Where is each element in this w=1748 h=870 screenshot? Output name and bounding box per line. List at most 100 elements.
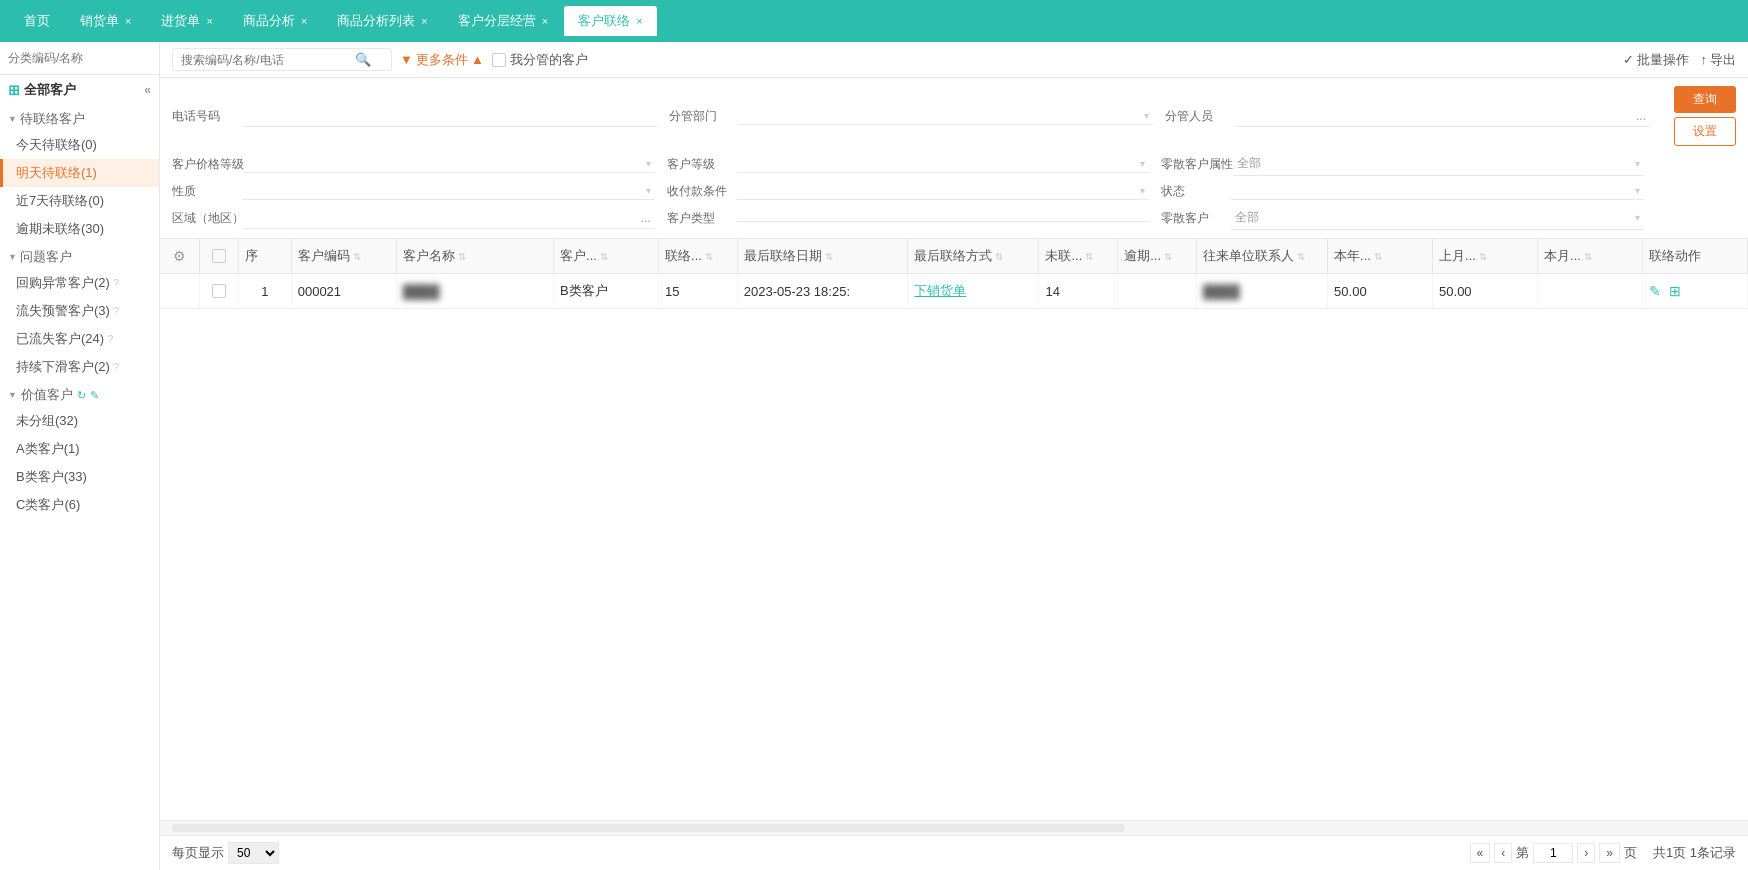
- customer-grade-arrow: ▾: [1140, 158, 1145, 169]
- th-lastway[interactable]: 最后联络方式 ⇅: [908, 239, 1039, 274]
- sidebar-group-pending[interactable]: 待联络客户: [0, 105, 159, 131]
- my-customers-check[interactable]: [492, 53, 506, 67]
- sidebar-group-value[interactable]: 价值客户 ↻ ✎: [0, 381, 159, 407]
- edit-action-icon[interactable]: ✎: [1649, 283, 1661, 299]
- row-code: 000021: [298, 284, 341, 299]
- sidebar-item-churn-warning[interactable]: 流失预警客户(3) ?: [0, 297, 159, 325]
- customer-type-select[interactable]: [737, 215, 1150, 222]
- sidebar-item-declining[interactable]: 持续下滑客户(2) ?: [0, 353, 159, 381]
- row-checkbox[interactable]: [212, 284, 226, 298]
- sidebar-item-class-c[interactable]: C类客户(6): [0, 491, 159, 519]
- help-icon-churn-warning: ?: [113, 305, 119, 317]
- sidebar-item-class-b[interactable]: B类客户(33): [0, 463, 159, 491]
- th-name[interactable]: 客户名称 ⇅: [396, 239, 553, 274]
- row-lastway[interactable]: 下销货单: [914, 283, 966, 298]
- payment-select[interactable]: ▾: [737, 182, 1150, 200]
- customer-grade-field: 客户等级 ▾: [667, 155, 1150, 173]
- th-uncontact[interactable]: 未联... ⇅: [1039, 239, 1118, 274]
- ungroup-label: 未分组(32): [16, 412, 78, 430]
- search-icon[interactable]: 🔍: [355, 52, 371, 67]
- my-customers-checkbox[interactable]: 我分管的客户: [492, 51, 588, 69]
- region-dots[interactable]: ...: [641, 211, 651, 225]
- batch-op-btn[interactable]: ✓ 批量操作: [1623, 51, 1689, 69]
- row-partner-cell: ████: [1196, 274, 1327, 309]
- adv-filter-row4: 区域（地区） ... 客户类型 零散客户 全部 ▾: [172, 206, 1736, 230]
- nav-product-analysis[interactable]: 商品分析 ×: [229, 6, 321, 36]
- page-size-select[interactable]: 50 100 200: [228, 842, 279, 864]
- phone-input[interactable]: [242, 106, 657, 127]
- nav-product-list[interactable]: 商品分析列表 ×: [323, 6, 441, 36]
- more-filter-btn[interactable]: ▼ 更多条件 ▲: [400, 51, 484, 69]
- header-checkbox[interactable]: [212, 249, 226, 263]
- nav-sales[interactable]: 销货单 ×: [66, 6, 145, 36]
- table-footer: 每页显示 50 100 200 « ‹ 第 › » 页 共1页 1条记录: [160, 835, 1748, 870]
- row-name[interactable]: ████: [403, 284, 440, 299]
- last-page-btn[interactable]: »: [1599, 843, 1620, 863]
- nav-sales-close[interactable]: ×: [125, 15, 131, 27]
- th-thismonth[interactable]: 本月... ⇅: [1538, 239, 1643, 274]
- region-select[interactable]: ...: [244, 208, 655, 229]
- prev-page-btn[interactable]: ‹: [1494, 843, 1512, 863]
- sidebar-item-tomorrow-contact[interactable]: 明天待联络(1): [0, 159, 159, 187]
- value-group-edit[interactable]: ✎: [90, 389, 99, 402]
- nav-customer-contact-close[interactable]: ×: [636, 15, 642, 27]
- customer-table: ⚙ 序 客户编码 ⇅: [160, 239, 1748, 309]
- search-input[interactable]: [181, 53, 351, 67]
- scatter-attr-select[interactable]: 全部 ▾: [1233, 152, 1644, 176]
- status-select[interactable]: ▾: [1231, 182, 1644, 200]
- th-contact[interactable]: 联络... ⇅: [659, 239, 738, 274]
- horizontal-scrollbar[interactable]: [160, 820, 1748, 835]
- row-seq-cell: 1: [239, 274, 291, 309]
- sidebar-all-customers[interactable]: ⊞ 全部客户 «: [0, 75, 159, 105]
- data-table-wrapper: ⚙ 序 客户编码 ⇅: [160, 239, 1748, 820]
- row-check-cell[interactable]: [199, 274, 238, 309]
- nav-customer-tier-close[interactable]: ×: [542, 15, 548, 27]
- sidebar-collapse-icon[interactable]: «: [144, 83, 151, 97]
- manager-dots[interactable]: ...: [1636, 109, 1646, 123]
- sidebar-item-abnormal[interactable]: 回购异常客户(2) ?: [0, 269, 159, 297]
- nav-product-analysis-close[interactable]: ×: [301, 15, 307, 27]
- setting-btn[interactable]: 设置: [1674, 117, 1736, 146]
- th-check[interactable]: [199, 239, 238, 274]
- th-thisyear[interactable]: 本年... ⇅: [1328, 239, 1433, 274]
- th-lastmonth[interactable]: 上月... ⇅: [1433, 239, 1538, 274]
- scatter-customer-select[interactable]: 全部 ▾: [1231, 206, 1644, 230]
- th-lastdate[interactable]: 最后联络日期 ⇅: [737, 239, 908, 274]
- th-code[interactable]: 客户编码 ⇅: [291, 239, 396, 274]
- nav-customer-contact[interactable]: 客户联络 ×: [564, 6, 656, 36]
- nav-home[interactable]: 首页: [10, 6, 64, 36]
- nature-select[interactable]: ▾: [242, 182, 655, 200]
- column-settings-icon[interactable]: ⚙: [173, 248, 186, 264]
- customer-grade-select[interactable]: ▾: [737, 155, 1150, 173]
- sidebar-item-week-contact[interactable]: 近7天待联络(0): [0, 187, 159, 215]
- scroll-thumb[interactable]: [172, 824, 1125, 832]
- nav-purchase[interactable]: 进货单 ×: [147, 6, 226, 36]
- query-btn[interactable]: 查询: [1674, 86, 1736, 113]
- page-number-input[interactable]: [1533, 843, 1573, 863]
- first-page-btn[interactable]: «: [1470, 843, 1491, 863]
- th-partner[interactable]: 往来单位联系人 ⇅: [1196, 239, 1327, 274]
- pagination: « ‹ 第 › » 页: [1470, 843, 1637, 863]
- sidebar-group-problem[interactable]: 问题客户: [0, 243, 159, 269]
- nav-product-list-close[interactable]: ×: [421, 15, 427, 27]
- sidebar-item-today-contact[interactable]: 今天待联络(0): [0, 131, 159, 159]
- next-page-btn[interactable]: ›: [1577, 843, 1595, 863]
- sidebar-item-class-a[interactable]: A类客户(1): [0, 435, 159, 463]
- more-action-icon[interactable]: ⊞: [1669, 283, 1681, 299]
- manager-select[interactable]: ...: [1235, 106, 1650, 127]
- customer-type-label: 客户类型: [667, 210, 737, 227]
- sidebar-search-input[interactable]: [8, 51, 158, 65]
- export-btn[interactable]: ↑ 导出: [1701, 51, 1737, 69]
- price-grade-select[interactable]: ▾: [244, 155, 655, 173]
- sidebar-item-overdue-contact[interactable]: 逾期未联络(30): [0, 215, 159, 243]
- sidebar-item-churned[interactable]: 已流失客户(24) ?: [0, 325, 159, 353]
- value-group-refresh[interactable]: ↻: [77, 389, 86, 402]
- nature-field: 性质 ▾: [172, 182, 655, 200]
- th-settings[interactable]: ⚙: [160, 239, 199, 274]
- sidebar-item-ungroup[interactable]: 未分组(32): [0, 407, 159, 435]
- nav-customer-tier[interactable]: 客户分层经营 ×: [444, 6, 562, 36]
- th-overdue[interactable]: 逾期... ⇅: [1118, 239, 1197, 274]
- nav-purchase-close[interactable]: ×: [206, 15, 212, 27]
- dept-select[interactable]: ▾: [739, 107, 1154, 125]
- th-type[interactable]: 客户... ⇅: [554, 239, 659, 274]
